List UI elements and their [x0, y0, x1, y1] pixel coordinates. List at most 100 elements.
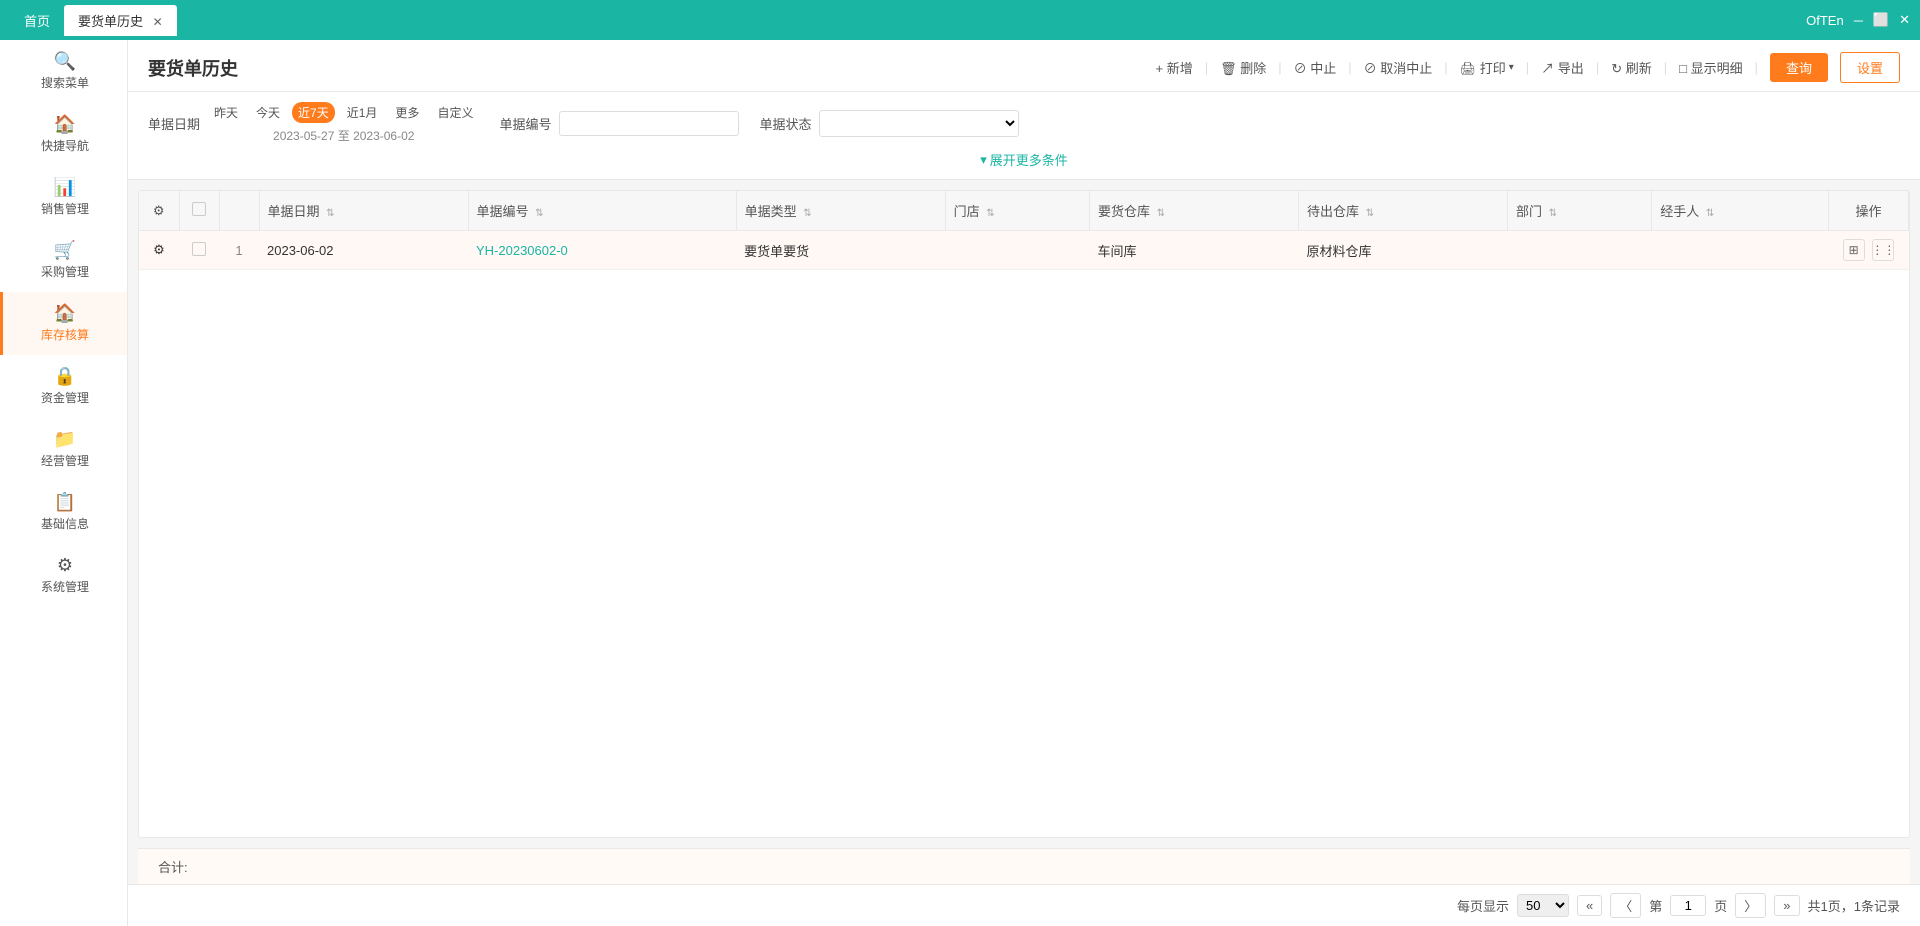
next-page-button[interactable]: 〉 — [1735, 893, 1766, 918]
expand-more-label: 展开更多条件 — [990, 150, 1068, 169]
header-checkbox[interactable] — [192, 202, 206, 216]
page-number-input[interactable] — [1670, 895, 1706, 916]
date-btn-more[interactable]: 更多 — [389, 102, 425, 123]
first-page-button[interactable]: « — [1577, 895, 1602, 916]
date-btn-custom[interactable]: 自定义 — [431, 102, 479, 123]
sidebar-item-shortcut[interactable]: 🏠 快捷导航 — [0, 103, 127, 166]
sidebar-item-inventory[interactable]: 🏠 库存核算 — [0, 292, 127, 355]
search-icon: 🔍 — [54, 52, 76, 70]
col-dept[interactable]: 部门 ⇅ — [1507, 191, 1651, 231]
tab-order-history[interactable]: 要货单历史 ✕ — [64, 5, 177, 36]
filter-area: 单据日期 昨天 今天 近7天 近1月 更多 自定义 2023-05-27 至 2… — [128, 92, 1920, 180]
lock-icon: 🔒 — [54, 367, 76, 385]
row-checkbox[interactable] — [192, 242, 206, 256]
sidebar-label-inventory: 库存核算 — [41, 326, 89, 343]
sidebar-label-shortcut: 快捷导航 — [41, 137, 89, 154]
sidebar-label-search: 搜索菜单 — [41, 74, 89, 91]
tab-home[interactable]: 首页 — [10, 5, 64, 36]
main-layout: 🔍 搜索菜单 🏠 快捷导航 📊 销售管理 🛒 采购管理 🏠 库存核算 🔒 资金管… — [0, 40, 1920, 926]
window-close-icon[interactable]: ✕ — [1899, 12, 1910, 28]
show-detail-button[interactable]: □ 显示明细 — [1679, 58, 1742, 77]
sidebar-label-basic: 基础信息 — [41, 515, 89, 532]
sidebar-item-search[interactable]: 🔍 搜索菜单 — [0, 40, 127, 103]
row-settings-icon[interactable]: ⚙ — [139, 231, 179, 270]
print-icon: 🖨 打印 — [1460, 58, 1506, 77]
row-date: 2023-06-02 — [259, 231, 468, 270]
col-order-no[interactable]: 单据编号 ⇅ — [468, 191, 736, 231]
col-store-label: 门店 — [954, 204, 980, 219]
row-from-wh: 车间库 — [1089, 231, 1298, 270]
settings-button[interactable]: 设置 — [1840, 52, 1900, 83]
clipboard-icon: 📋 — [54, 493, 76, 511]
sort-store-icon: ⇅ — [986, 208, 994, 219]
sidebar-item-operation[interactable]: 📁 经营管理 — [0, 418, 127, 481]
gear-icon: ⚙ — [57, 556, 73, 574]
maximize-icon[interactable]: ⬜ — [1873, 12, 1889, 28]
print-button[interactable]: 🖨 打印 ▾ — [1460, 58, 1514, 77]
order-no-link[interactable]: YH-20230602-0 — [476, 243, 568, 258]
page-label-last: 页 — [1714, 896, 1727, 915]
table-body: ⚙ 1 2023-06-02 YH-20230602-0 要货单要货 车间库 原… — [139, 231, 1909, 270]
status-select[interactable] — [819, 110, 1019, 137]
col-from-wh[interactable]: 要货仓库 ⇅ — [1089, 191, 1298, 231]
col-num — [219, 191, 259, 231]
expand-more-button[interactable]: ▾ 展开更多条件 — [148, 150, 1900, 169]
date-btn-today[interactable]: 今天 — [250, 102, 286, 123]
refresh-button[interactable]: ↻ 刷新 — [1611, 58, 1652, 77]
col-store[interactable]: 门店 ⇅ — [945, 191, 1089, 231]
toolbar: + 新增 | 🗑 删除 | ⊘ 中止 | ⊘ 取消中止 | 🖨 打印 ▾ | ↗… — [1155, 52, 1900, 83]
content-area: 要货单历史 + 新增 | 🗑 删除 | ⊘ 中止 | ⊘ 取消中止 | 🖨 打印… — [128, 40, 1920, 926]
stop-button[interactable]: ⊘ 中止 — [1294, 58, 1337, 77]
row-more-icon[interactable]: ⋮⋮ — [1872, 239, 1894, 261]
top-bar: 首页 要货单历史 ✕ OfTEn ─ ⬜ ✕ — [0, 0, 1920, 40]
row-checkbox-cell — [179, 231, 219, 270]
col-type[interactable]: 单据类型 ⇅ — [736, 191, 945, 231]
new-button[interactable]: + 新增 — [1155, 58, 1192, 77]
date-btn-7days[interactable]: 近7天 — [292, 102, 335, 123]
print-dropdown-icon[interactable]: ▾ — [1509, 62, 1514, 73]
row-dept — [1507, 231, 1651, 270]
col-settings[interactable]: ⚙ — [139, 191, 179, 231]
date-btn-yesterday[interactable]: 昨天 — [208, 102, 244, 123]
order-no-filter-group: 单据编号 — [499, 111, 739, 136]
col-date[interactable]: 单据日期 ⇅ — [259, 191, 468, 231]
query-button[interactable]: 查询 — [1770, 53, 1828, 82]
row-view-icon[interactable]: ⊞ — [1843, 239, 1865, 261]
sort-dept-icon: ⇅ — [1549, 208, 1557, 219]
cancel-stop-button[interactable]: ⊘ 取消中止 — [1364, 58, 1433, 77]
col-date-label: 单据日期 — [268, 204, 320, 219]
prev-page-button[interactable]: 〈 — [1610, 893, 1641, 918]
row-type: 要货单要货 — [736, 231, 945, 270]
sidebar-item-system[interactable]: ⚙ 系统管理 — [0, 544, 127, 607]
order-no-input[interactable] — [559, 111, 739, 136]
col-handler[interactable]: 经手人 ⇅ — [1652, 191, 1829, 231]
table-summary: 合计: — [138, 848, 1910, 884]
sort-from-wh-icon: ⇅ — [1157, 208, 1165, 219]
page-size-select[interactable]: 10 20 50 100 — [1517, 894, 1569, 917]
col-from-wh-label: 要货仓库 — [1098, 204, 1150, 219]
total-info: 共1页，1条记录 — [1808, 896, 1900, 915]
last-page-button[interactable]: » — [1774, 895, 1799, 916]
sidebar-label-purchase: 采购管理 — [41, 263, 89, 280]
col-type-label: 单据类型 — [745, 204, 797, 219]
brand-name: OfTEn — [1806, 13, 1844, 28]
col-to-wh[interactable]: 待出仓库 ⇅ — [1298, 191, 1507, 231]
minimize-icon[interactable]: ─ — [1854, 13, 1863, 28]
date-btn-1month[interactable]: 近1月 — [341, 102, 384, 123]
sidebar-item-purchase[interactable]: 🛒 采购管理 — [0, 229, 127, 292]
sidebar-item-finance[interactable]: 🔒 资金管理 — [0, 355, 127, 418]
export-button[interactable]: ↗ 导出 — [1541, 58, 1584, 77]
close-tab-icon[interactable]: ✕ — [153, 15, 163, 29]
date-range-display: 2023-05-27 至 2023-06-02 — [273, 127, 414, 144]
table-container: ⚙ 单据日期 ⇅ 单据编号 ⇅ — [138, 190, 1910, 838]
sidebar-label-system: 系统管理 — [41, 578, 89, 595]
delete-button[interactable]: 🗑 删除 — [1220, 58, 1266, 77]
home-icon: 🏠 — [54, 115, 76, 133]
date-filter-label: 单据日期 — [148, 114, 200, 133]
page-label-first: 第 — [1649, 896, 1662, 915]
sidebar-label-finance: 资金管理 — [41, 389, 89, 406]
sort-type-icon: ⇅ — [803, 208, 811, 219]
row-handler — [1652, 231, 1829, 270]
sidebar-item-sales[interactable]: 📊 销售管理 — [0, 166, 127, 229]
sidebar-item-basic[interactable]: 📋 基础信息 — [0, 481, 127, 544]
